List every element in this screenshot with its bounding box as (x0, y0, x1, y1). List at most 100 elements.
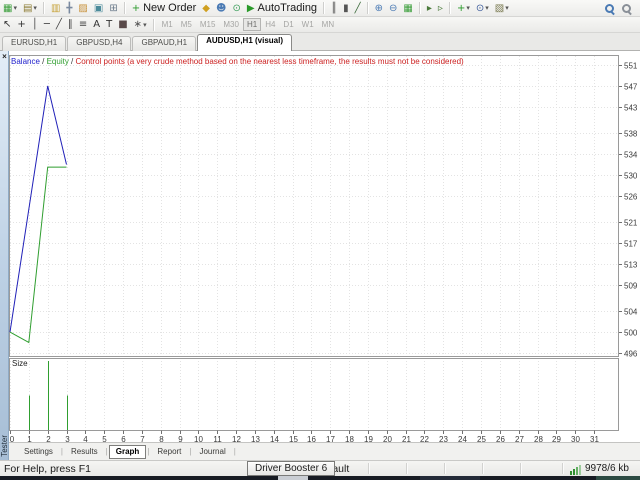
zoom-out-icon: ⊖ (389, 2, 397, 15)
terminal-button[interactable]: ▣ (92, 1, 105, 16)
shapes-button[interactable]: ■ (116, 17, 129, 32)
chart-tab-gbpaud[interactable]: GBPAUD,H1 (132, 36, 196, 51)
text-button[interactable]: A (91, 17, 102, 32)
search-icon (604, 3, 615, 14)
cursor-icon: ↖ (3, 18, 11, 31)
toolbar-separator (419, 2, 421, 14)
chart-shift-button[interactable]: ▹ (436, 1, 445, 16)
status-divider (444, 463, 446, 474)
market-watch-button[interactable]: ▥ (49, 1, 62, 16)
globe-icon: ⊙ (232, 2, 240, 15)
tester-tab-report[interactable]: Report (150, 445, 188, 459)
status-divider (406, 463, 408, 474)
svg-text:517: 517 (624, 240, 638, 249)
vertical-line-icon: │ (32, 18, 38, 31)
tab-divider: | (61, 447, 63, 456)
profiles-button[interactable]: ▤▾ (21, 1, 39, 16)
strategy-tester-button[interactable]: ⊞ (107, 1, 119, 16)
standard-toolbar-groups: ▦▾▤▾▥╋▨▣⊞+New Order◆☻⊙▶AutoTrading║▮╱⊕⊖▦… (0, 0, 512, 16)
indicators-button[interactable]: +▾ (455, 1, 472, 16)
axis-labels: 5515475435385345305265215175135095045004… (10, 62, 638, 445)
taskbar-segment (596, 476, 640, 480)
data-window-icon: ╋ (66, 2, 72, 15)
trendline-button[interactable]: ╱ (54, 17, 64, 32)
community-search-button[interactable] (619, 1, 634, 16)
chart-shift-icon: ▹ (438, 2, 443, 15)
autotrading-button[interactable]: ▶AutoTrading (245, 1, 319, 16)
navigator-button[interactable]: ▨ (76, 1, 89, 16)
fibonacci-button[interactable]: ≡ (77, 17, 89, 32)
tester-tab-settings[interactable]: Settings (17, 445, 60, 459)
chevron-down-icon: ▾ (13, 4, 17, 12)
timeframe-h1-button[interactable]: H1 (243, 18, 261, 31)
candlestick-chart-button[interactable]: ▮ (341, 1, 351, 16)
bar-chart-button[interactable]: ║ (329, 1, 339, 16)
toolbar-separator (153, 19, 155, 31)
timeframe-h4-button[interactable]: H4 (261, 18, 279, 31)
toolbar-separator (323, 2, 325, 14)
vertical-line-button[interactable]: │ (30, 17, 40, 32)
taskbar-segment (278, 476, 308, 480)
timeframe-m1-button[interactable]: M1 (158, 18, 177, 31)
size-pane-label: Size (12, 359, 28, 368)
tester-tab-journal[interactable]: Journal (192, 445, 232, 459)
new-chart-button[interactable]: ▦▾ (1, 1, 19, 16)
auto-scroll-button[interactable]: ▸ (425, 1, 434, 16)
taskbar-segment (420, 476, 480, 480)
timeframe-m30-button[interactable]: M30 (219, 18, 243, 31)
autotrading-label: AutoTrading (258, 2, 318, 14)
chevron-down-icon: ▾ (505, 4, 509, 12)
line-chart-button[interactable]: ╱ (353, 1, 363, 16)
timeframe-w1-button[interactable]: W1 (298, 18, 318, 31)
toolbar-group: +▾⊙▾▧▾ (454, 1, 512, 16)
toolbar-group: ⊕ ⊖ ▦ (372, 1, 416, 16)
timeframe-m5-button[interactable]: M5 (177, 18, 196, 31)
chart-tab-bar: EURUSD,H1GBPUSD,H4GBPAUD,H1AUDUSD,H1 (vi… (0, 33, 640, 51)
tester-tab-results[interactable]: Results (64, 445, 105, 459)
metaeditor-button[interactable]: ◆ (200, 1, 212, 16)
data-rate-text: 9978/6 kb (585, 462, 629, 475)
market-watch-icon: ▥ (51, 2, 60, 15)
chart-tab-audusd[interactable]: AUDUSD,H1 (visual) (197, 34, 292, 51)
close-icon[interactable]: × (0, 52, 9, 61)
tester-graph-canvas: 5515475435385345305265215175135095045004… (9, 55, 640, 446)
series-lines (10, 86, 67, 343)
templates-icon: ▧ (495, 2, 504, 15)
zoom-out-button[interactable]: ⊖ (387, 1, 399, 16)
mql5-community-button[interactable]: ☻ (214, 1, 228, 16)
mql5-community-icon: ☻ (216, 2, 226, 15)
zoom-in-button[interactable]: ⊕ (373, 1, 385, 16)
autotrading-icon: ▶ (247, 2, 255, 15)
new-order-button[interactable]: +New Order (130, 1, 199, 16)
timeframe-mn-button[interactable]: MN (318, 18, 338, 31)
chart-tab-eurusd[interactable]: EURUSD,H1 (2, 36, 66, 51)
crosshair-button[interactable]: + (15, 17, 27, 32)
chart-tab-gbpusd[interactable]: GBPUSD,H4 (67, 36, 131, 51)
shapes-icon: ■ (118, 18, 127, 31)
mt4-window: ▦▾▤▾▥╋▨▣⊞+New Order◆☻⊙▶AutoTrading║▮╱⊕⊖▦… (0, 0, 640, 480)
status-divider (562, 463, 564, 474)
status-divider (368, 463, 370, 474)
svg-text:543: 543 (624, 104, 638, 113)
driver-booster-button[interactable]: Driver Booster 6 (247, 461, 335, 476)
timeframe-d1-button[interactable]: D1 (279, 18, 297, 31)
legend-equity-label: Equity (47, 57, 69, 66)
connection-status: 9978/6 kb (570, 462, 629, 475)
tester-tab-graph[interactable]: Graph (109, 445, 147, 459)
horizontal-line-button[interactable]: ─ (42, 17, 52, 32)
metaeditor-icon: ◆ (202, 2, 210, 15)
equidistant-channel-button[interactable]: ∥ (66, 17, 75, 32)
search-button[interactable] (602, 1, 617, 16)
globe-button[interactable]: ⊙ (230, 1, 242, 16)
arrows-button[interactable]: ∗▾ (132, 17, 149, 32)
text-label-button[interactable]: T (104, 17, 114, 32)
terminal-icon: ▣ (94, 2, 103, 15)
data-window-button[interactable]: ╋ (64, 1, 74, 16)
periods-button[interactable]: ⊙▾ (474, 1, 491, 16)
arrows-icon: ∗ (134, 18, 142, 31)
templates-button[interactable]: ▧▾ (493, 1, 511, 16)
toolbar-group: ▥ ╋ ▨ ▣ ⊞ (48, 1, 121, 16)
tile-windows-button[interactable]: ▦ (401, 1, 414, 16)
cursor-button[interactable]: ↖ (1, 17, 13, 32)
timeframe-m15-button[interactable]: M15 (196, 18, 220, 31)
